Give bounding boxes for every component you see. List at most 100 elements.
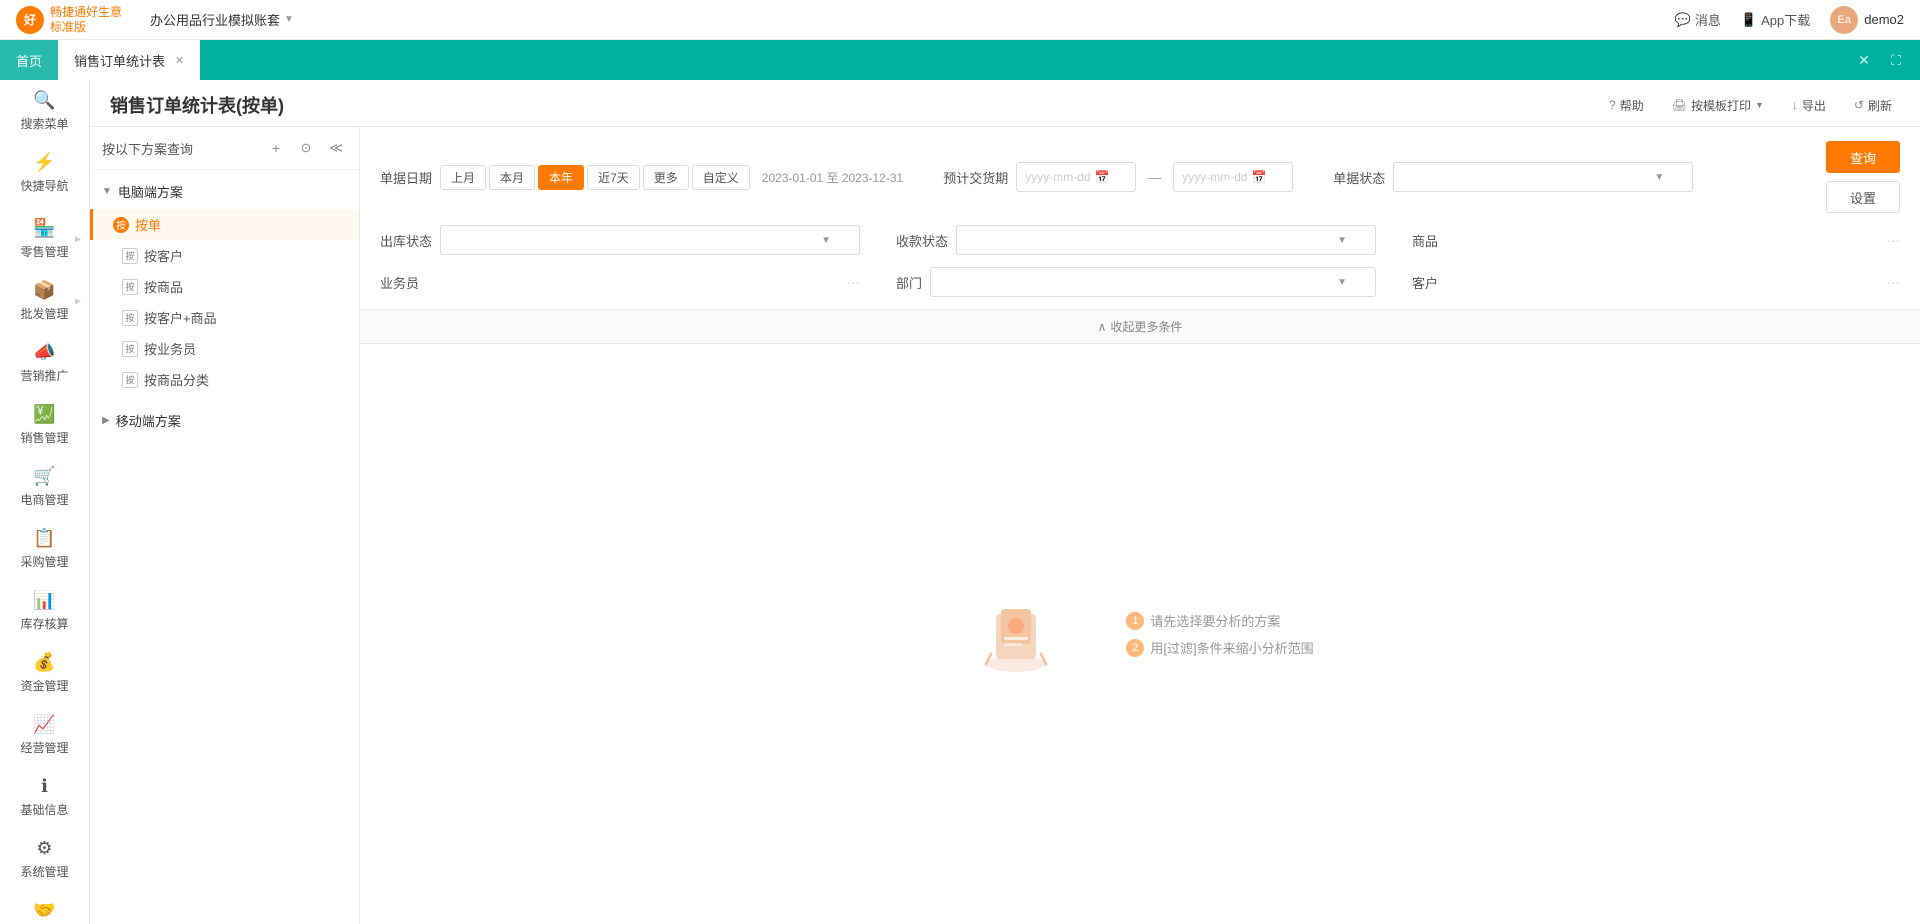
scheme-icon-customer-product: 按	[122, 310, 138, 326]
nav-tabs: 首页 销售订单统计表 ✕ ✕ ⛶	[0, 40, 1920, 80]
scheme-item-by-category[interactable]: 按 按商品分类	[90, 364, 359, 395]
scheme-item-by-customer-product[interactable]: 按 按客户+商品	[90, 302, 359, 333]
product-input[interactable]: ···	[1446, 225, 1900, 255]
close-tab-icon[interactable]: ✕	[175, 54, 184, 67]
chevron-right-icon: ▶	[102, 415, 110, 426]
maximize-btn[interactable]: ⛶	[1884, 48, 1908, 72]
pc-scheme-header[interactable]: ▼ 电脑端方案	[90, 174, 359, 209]
delivery-end-input[interactable]: yyyy-mm-dd 📅	[1173, 162, 1293, 192]
sidebar-item-basic-info[interactable]: ℹ 基础信息	[0, 766, 89, 828]
sidebar-item-finance[interactable]: 💰 资金管理	[0, 642, 89, 704]
mobile-scheme-header[interactable]: ▶ 移动端方案	[90, 403, 359, 438]
order-status-label: 单据状态	[1333, 168, 1385, 187]
sidebar-item-shortcuts-label: 快捷导航	[20, 177, 68, 194]
customer-input[interactable]: ···	[1446, 267, 1900, 297]
sidebar-item-cooperation[interactable]: 🤝 企业协同	[0, 890, 89, 924]
sidebar-item-operations[interactable]: 📈 经营管理	[0, 704, 89, 766]
scheme-item-by-order[interactable]: 按 按单	[90, 209, 359, 240]
page-header: 销售订单统计表(按单) ? 帮助 🖨 按模板打印 ▼ ↓ 导出 ↺ 刷新	[90, 80, 1920, 127]
shipping-status-select[interactable]: ▼	[440, 225, 860, 255]
left-panel: 按以下方案查询 + ⊙ ≪ ▼ 电脑端方案 按	[90, 127, 360, 924]
empty-state: 1 请先选择要分析的方案 2 用[过滤]条件来缩小分析范围	[1126, 611, 1313, 657]
ecommerce-icon: 🛒	[33, 466, 55, 487]
messages-btn[interactable]: 💬 消息	[1675, 10, 1721, 29]
scheme-item-by-customer[interactable]: 按 按客户	[90, 240, 359, 271]
page-actions: ? 帮助 🖨 按模板打印 ▼ ↓ 导出 ↺ 刷新	[1601, 93, 1900, 118]
logo-icon: 好	[16, 6, 44, 34]
scheme-item-by-salesman[interactable]: 按 按业务员	[90, 333, 359, 364]
template-print-btn[interactable]: 🖨 按模板打印 ▼	[1664, 93, 1772, 118]
manage-scheme-btn[interactable]: ⊙	[295, 137, 317, 159]
right-panel: 单据日期 上月 本月 本年 近7天 更多 自定义 2023-01-01 至 20…	[360, 127, 1920, 924]
sidebar-item-operations-label: 经营管理	[20, 739, 68, 756]
export-btn[interactable]: ↓ 导出	[1784, 93, 1834, 118]
active-scheme-icon: 按	[113, 217, 129, 233]
scheme-item-by-product[interactable]: 按 按商品	[90, 271, 359, 302]
sidebar-item-shortcuts[interactable]: ⚡ 快捷导航	[0, 142, 89, 204]
btn-more[interactable]: 更多	[643, 165, 689, 190]
refresh-icon: ↺	[1854, 98, 1864, 112]
sidebar-item-purchase-label: 采购管理	[20, 553, 68, 570]
scheme-icon-salesman: 按	[122, 341, 138, 357]
logo-text: 畅捷通好生意 标准版	[50, 5, 122, 34]
search-icon: 🔍	[33, 90, 55, 111]
delivery-start-input[interactable]: yyyy-mm-dd 📅	[1016, 162, 1136, 192]
sidebar-item-search[interactable]: 🔍 搜索菜单	[0, 80, 89, 142]
avatar: Ea	[1830, 6, 1858, 34]
sidebar-nav: 🔍 搜索菜单 ⚡ 快捷导航 🏪 零售管理 📦 批发管理 📣 营销推广 💹 销售管…	[0, 80, 90, 924]
filter-delivery-item: 预计交货期 yyyy-mm-dd 📅 — yyyy-mm-dd 📅	[943, 162, 1293, 192]
sidebar-item-sales[interactable]: 💹 销售管理	[0, 394, 89, 456]
date-range-text: 2023-01-01 至 2023-12-31	[762, 169, 903, 186]
empty-tip-2: 2 用[过滤]条件来缩小分析范围	[1126, 638, 1313, 657]
date-quick-btns: 上月 本月 本年 近7天 更多 自定义	[440, 165, 750, 190]
query-btn[interactable]: 查询	[1826, 141, 1900, 173]
collapse-bar[interactable]: ∧ 收起更多条件	[360, 310, 1920, 344]
filter-date-item: 单据日期 上月 本月 本年 近7天 更多 自定义 2023-01-01 至 20…	[380, 165, 903, 190]
refresh-btn[interactable]: ↺ 刷新	[1846, 93, 1900, 118]
help-btn[interactable]: ? 帮助	[1601, 93, 1652, 118]
page-title: 销售订单统计表(按单)	[110, 92, 284, 118]
btn-custom[interactable]: 自定义	[692, 165, 750, 190]
order-status-select[interactable]: ▼	[1393, 162, 1693, 192]
sales-icon: 💹	[33, 404, 55, 425]
inventory-icon: 📊	[33, 590, 55, 611]
pc-scheme-section: ▼ 电脑端方案 按 按单 按 按客户 按 按商品	[90, 170, 359, 399]
department-arrow: ▼	[1337, 277, 1347, 288]
salesman-input[interactable]: ···	[427, 267, 860, 297]
sidebar-item-marketing[interactable]: 📣 营销推广	[0, 332, 89, 394]
sidebar-item-ecommerce[interactable]: 🛒 电商管理	[0, 456, 89, 518]
btn-last7[interactable]: 近7天	[587, 165, 640, 190]
btn-last-month[interactable]: 上月	[440, 165, 486, 190]
data-area: 1 请先选择要分析的方案 2 用[过滤]条件来缩小分析范围	[360, 344, 1920, 924]
company-select[interactable]: 办公用品行业模拟账套 ▼	[150, 10, 294, 29]
app-download-btn[interactable]: 📱 App下载	[1741, 10, 1810, 29]
btn-this-year[interactable]: 本年	[538, 165, 584, 190]
tab-order-stats[interactable]: 销售订单统计表 ✕	[58, 40, 200, 80]
sidebar-item-purchase[interactable]: 📋 采购管理	[0, 518, 89, 580]
operations-icon: 📈	[33, 714, 55, 735]
sidebar-item-search-label: 搜索菜单	[20, 115, 68, 132]
filter-row-2: 出库状态 ▼ 收款状态 ▼	[380, 225, 1900, 255]
collapse-left-btn[interactable]: ≪	[325, 137, 347, 159]
sidebar-item-system[interactable]: ⚙ 系统管理	[0, 828, 89, 890]
set-btn[interactable]: 设置	[1826, 181, 1900, 213]
system-icon: ⚙	[36, 838, 52, 859]
user-area[interactable]: Ea demo2	[1830, 6, 1904, 34]
shipping-status-label: 出库状态	[380, 231, 432, 250]
empty-content-wrap: 1 请先选择要分析的方案 2 用[过滤]条件来缩小分析范围	[966, 584, 1313, 684]
sidebar-item-inventory-label: 库存核算	[20, 615, 68, 632]
sidebar-item-retail[interactable]: 🏪 零售管理	[0, 208, 89, 270]
department-select[interactable]: ▼	[930, 267, 1376, 297]
shipping-status-arrow: ▼	[821, 235, 831, 246]
btn-this-month[interactable]: 本月	[489, 165, 535, 190]
sidebar-item-wholesale[interactable]: 📦 批发管理	[0, 270, 89, 332]
department-label: 部门	[896, 273, 922, 292]
active-scheme-label: 按单	[135, 215, 161, 234]
add-scheme-btn[interactable]: +	[265, 137, 287, 159]
minimize-btn[interactable]: ✕	[1852, 48, 1876, 72]
payment-status-select[interactable]: ▼	[956, 225, 1376, 255]
collapse-icon: ∧	[1098, 320, 1107, 334]
sidebar-item-inventory[interactable]: 📊 库存核算	[0, 580, 89, 642]
finance-icon: 💰	[33, 652, 55, 673]
tab-home[interactable]: 首页	[0, 40, 58, 80]
